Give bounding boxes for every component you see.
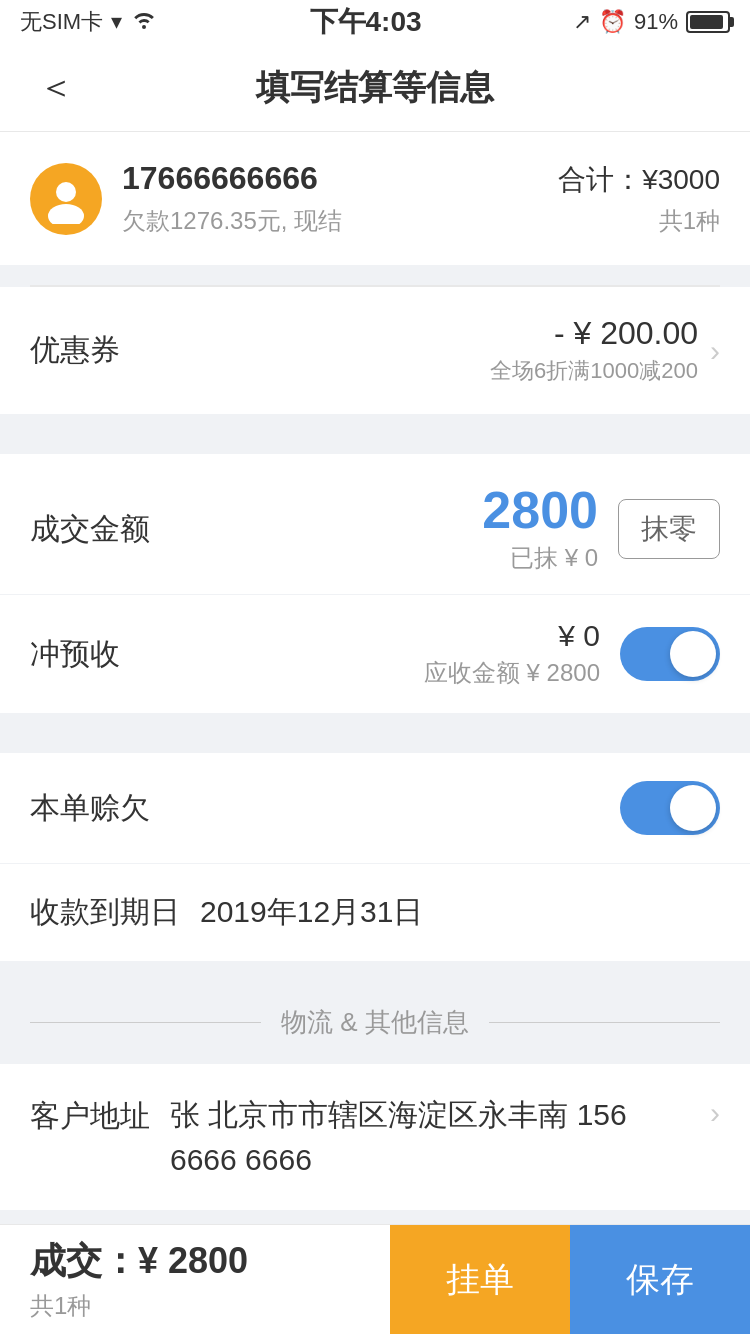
deal-sub: 已抹 ¥ 0 <box>482 542 598 574</box>
coupon-discount: - ¥ 200.00 全场6折满1000减200 <box>490 315 698 386</box>
customer-total: 合计：¥3000 共1种 <box>558 161 720 237</box>
status-time: 下午4:03 <box>310 3 422 41</box>
bottom-bar: 成交：¥ 2800 共1种 挂单 保存 <box>0 1224 750 1334</box>
customer-phone: 17666666666 <box>122 160 342 197</box>
page-title: 填写结算等信息 <box>256 65 494 111</box>
logistics-title: 物流 & 其他信息 <box>281 1005 469 1040</box>
status-right: ↗ ⏰ 91% <box>573 9 730 35</box>
coupon-chevron-icon: › <box>710 334 720 368</box>
coupon-row[interactable]: 优惠券 - ¥ 200.00 全场6折满1000减200 › <box>0 287 750 414</box>
status-left: 无SIM卡 ▾ <box>20 7 158 37</box>
bottom-deal-label: 成交： <box>30 1240 138 1281</box>
main-content: 17666666666 欠款1276.35元, 现结 合计：¥3000 共1种 … <box>0 132 750 1330</box>
back-button[interactable]: ＜ <box>28 53 84 122</box>
avatar <box>30 163 102 235</box>
total-label: 合计：¥3000 <box>558 161 720 199</box>
coupon-desc: 全场6折满1000减200 <box>490 356 698 386</box>
writeoff-toggle-knob <box>670 785 716 831</box>
logistics-line-left <box>30 1022 261 1023</box>
svg-point-1 <box>48 204 84 224</box>
customer-left: 17666666666 欠款1276.35元, 现结 <box>30 160 342 237</box>
duedate-value: 2019年12月31日 <box>200 892 423 933</box>
nav-bar: ＜ 填写结算等信息 <box>0 44 750 132</box>
writeoff-label: 本单赊欠 <box>30 788 150 829</box>
duedate-row: 收款到期日 2019年12月31日 <box>0 863 750 961</box>
avatar-icon <box>41 174 91 224</box>
svg-point-0 <box>56 182 76 202</box>
battery-icon <box>686 11 730 33</box>
save-button[interactable]: 保存 <box>570 1225 750 1335</box>
customer-debt: 欠款1276.35元, 现结 <box>122 205 342 237</box>
bottom-deal-value: ¥ 2800 <box>138 1240 248 1281</box>
location-icon: ↗ <box>573 9 591 35</box>
address-chevron-icon: › <box>710 1092 720 1130</box>
pending-button[interactable]: 挂单 <box>390 1225 570 1335</box>
gray-separator-1 <box>0 434 750 454</box>
coupon-right: - ¥ 200.00 全场6折满1000减200 › <box>490 315 720 386</box>
address-value: 张 北京市市辖区海淀区永丰南 156 6666 6666 <box>170 1092 700 1182</box>
address-label: 客户地址 <box>30 1092 150 1137</box>
coupon-amount: - ¥ 200.00 <box>490 315 698 352</box>
coupon-label: 优惠券 <box>30 330 120 371</box>
amount-row: 成交金额 2800 已抹 ¥ 0 抹零 <box>0 454 750 594</box>
bottom-summary: 成交：¥ 2800 共1种 <box>0 1237 390 1322</box>
logistics-header: 物流 & 其他信息 <box>0 981 750 1064</box>
amount-right: 2800 已抹 ¥ 0 抹零 <box>482 484 720 574</box>
duedate-label: 收款到期日 <box>30 892 180 933</box>
prepay-label: 冲预收 <box>30 634 120 675</box>
customer-card: 17666666666 欠款1276.35元, 现结 合计：¥3000 共1种 <box>0 132 750 265</box>
toggle-knob <box>670 631 716 677</box>
writeoff-row: 本单赊欠 <box>0 753 750 863</box>
wifi-label <box>130 9 158 35</box>
status-bar: 无SIM卡 ▾ 下午4:03 ↗ ⏰ 91% <box>0 0 750 44</box>
amount-section: 成交金额 2800 已抹 ¥ 0 抹零 冲预收 ¥ 0 应收金额 ¥ 2800 <box>0 454 750 713</box>
bottom-deal-amount: 成交：¥ 2800 <box>30 1237 360 1286</box>
wifi-icon: ▾ <box>111 9 122 35</box>
deal-value: 2800 <box>482 484 598 536</box>
prepay-values: ¥ 0 应收金额 ¥ 2800 <box>424 619 600 689</box>
prepay-amount: ¥ 0 <box>424 619 600 653</box>
logistics-line-right <box>489 1022 720 1023</box>
amount-label: 成交金额 <box>30 509 150 550</box>
prepay-row: 冲预收 ¥ 0 应收金额 ¥ 2800 <box>0 594 750 713</box>
customer-info: 17666666666 欠款1276.35元, 现结 <box>122 160 342 237</box>
round-button[interactable]: 抹零 <box>618 499 720 559</box>
amount-value-block: 2800 已抹 ¥ 0 <box>482 484 598 574</box>
carrier-text: 无SIM卡 <box>20 7 103 37</box>
writeoff-toggle[interactable] <box>620 781 720 835</box>
prepay-receivable: 应收金额 ¥ 2800 <box>424 657 600 689</box>
battery-text: 91% <box>634 9 678 35</box>
prepay-toggle[interactable] <box>620 627 720 681</box>
bottom-deal-count: 共1种 <box>30 1290 360 1322</box>
gray-separator-2 <box>0 713 750 733</box>
address-row[interactable]: 客户地址 张 北京市市辖区海淀区永丰南 156 6666 6666 › <box>0 1064 750 1210</box>
prepay-right: ¥ 0 应收金额 ¥ 2800 <box>424 619 720 689</box>
alarm-icon: ⏰ <box>599 9 626 35</box>
total-count: 共1种 <box>558 205 720 237</box>
